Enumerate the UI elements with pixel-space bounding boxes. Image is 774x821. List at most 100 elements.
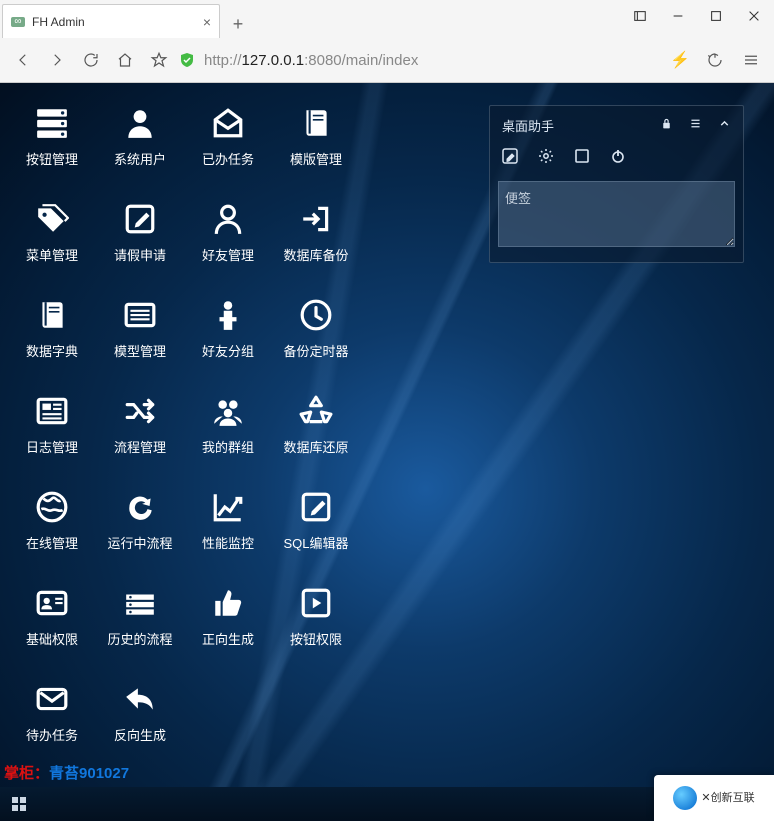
desktop-icon-6[interactable]: 好友管理 (184, 191, 272, 287)
desktop-icon-3[interactable]: 模版管理 (272, 95, 360, 191)
start-button[interactable] (0, 787, 38, 821)
new-tab-button[interactable]: + (224, 10, 252, 38)
more-menu-icon[interactable] (736, 45, 766, 75)
male-icon (210, 297, 246, 333)
desktop-icon-24[interactable]: 待办任务 (8, 671, 96, 767)
brand-popup[interactable]: ✕创新互联 (654, 775, 774, 821)
desktop-icon-grid: 按钮管理系统用户已办任务 模版管理菜单管理请假申请好友管理 数据库备份数据字典模型管… (8, 95, 360, 767)
desktop-icon-label: 历史的流程 (107, 629, 172, 648)
idcard-icon (34, 585, 70, 621)
widget-note-area (498, 181, 735, 252)
url-path: :8080/main/index (304, 52, 418, 69)
desktop-icon-17[interactable]: 运行中流程 (96, 479, 184, 575)
desktop-icon-12[interactable]: 日志管理 (8, 383, 96, 479)
desktop-icon-23[interactable]: 按钮权限 (272, 575, 360, 671)
desktop-icon-label: 数据字典 (26, 341, 78, 360)
desktop-icon-label: 模版管理 (290, 149, 342, 168)
desktop-icon-13[interactable]: 流程管理 (96, 383, 184, 479)
window-tab-aside-icon[interactable] (622, 2, 658, 30)
browser-tab[interactable]: FH Admin × (2, 4, 220, 38)
desktop-icon-4[interactable]: 菜单管理 (8, 191, 96, 287)
owner-label: 掌柜：青苔901027 (4, 762, 129, 783)
back-button[interactable] (8, 45, 38, 75)
browser-chrome: FH Admin × + http://127.0.0.1:8080/main/… (0, 0, 774, 83)
brand-label: ✕创新互联 (701, 792, 754, 804)
widget-toolbar (490, 144, 743, 181)
reply-icon (122, 681, 158, 717)
desktop-icon-9[interactable]: 模型管理 (96, 287, 184, 383)
desktop-icon-8[interactable]: 数据字典 (8, 287, 96, 383)
desktop-icon-14[interactable]: 我的群组 (184, 383, 272, 479)
widget-header: 桌面助手 (490, 106, 743, 144)
sticky-note-input[interactable] (498, 181, 735, 247)
desktop-icon-21[interactable]: 历史的流程 (96, 575, 184, 671)
window-maximize-icon[interactable] (698, 2, 734, 30)
desktop-icon-label: 在线管理 (26, 533, 78, 552)
desktop-icon-20[interactable]: 基础权限 (8, 575, 96, 671)
desktop-icon-label: 按钮管理 (26, 149, 78, 168)
recycle-icon (298, 393, 334, 429)
widget-gear-icon[interactable] (538, 148, 554, 169)
list-icon (122, 297, 158, 333)
chart-icon (210, 489, 246, 525)
tab-title: FH Admin (32, 15, 85, 29)
refresh-button[interactable] (76, 45, 106, 75)
desktop-icon-label: 我的群组 (202, 437, 254, 456)
desktop-icon-label: 好友管理 (202, 245, 254, 264)
play-icon (298, 585, 334, 621)
desktop-icon-16[interactable]: 在线管理 (8, 479, 96, 575)
shuffle-icon (122, 393, 158, 429)
desktop-icon-11[interactable]: 备份定时器 (272, 287, 360, 383)
desktop-icon-5[interactable]: 请假申请 (96, 191, 184, 287)
widget-square-icon[interactable] (574, 148, 590, 169)
edit-icon (298, 489, 334, 525)
desktop-icon-7[interactable]: 数据库备份 (272, 191, 360, 287)
reading-list-icon[interactable] (700, 45, 730, 75)
url-prefix: http:// (204, 52, 242, 69)
desktop-icon-1[interactable]: 系统用户 (96, 95, 184, 191)
window-minimize-icon[interactable] (660, 2, 696, 30)
widget-lock-icon[interactable] (660, 117, 673, 133)
refresh-icon (122, 489, 158, 525)
desktop-icon-label: 日志管理 (26, 437, 78, 456)
favicon-icon (11, 17, 25, 27)
window-close-icon[interactable] (736, 2, 772, 30)
book-icon (34, 297, 70, 333)
security-shield-icon[interactable] (178, 51, 196, 69)
brand-avatar-icon (673, 786, 697, 810)
desktop-icon-25[interactable]: 反向生成 (96, 671, 184, 767)
tags-icon (34, 201, 70, 237)
url-display[interactable]: http://127.0.0.1:8080/main/index (204, 52, 666, 69)
forward-button[interactable] (42, 45, 72, 75)
url-host: 127.0.0.1 (242, 52, 305, 69)
widget-edit-icon[interactable] (502, 148, 518, 169)
desktop-icon-label: 反向生成 (114, 725, 166, 744)
widget-menu-icon[interactable] (689, 117, 702, 133)
desktop-icon-10[interactable]: 好友分组 (184, 287, 272, 383)
thumbsup-icon (210, 585, 246, 621)
history-icon (122, 585, 158, 621)
desktop-icon-label: 基础权限 (26, 629, 78, 648)
desktop-icon-19[interactable]: SQL编辑器 (272, 479, 360, 575)
desktop-icon-2[interactable]: 已办任务 (184, 95, 272, 191)
edit-icon (122, 201, 158, 237)
desktop-content: 按钮管理系统用户已办任务 模版管理菜单管理请假申请好友管理 数据库备份数据字典模型管… (0, 83, 774, 821)
desktop-icon-0[interactable]: 按钮管理 (8, 95, 96, 191)
user-icon (122, 105, 158, 141)
desktop-icon-18[interactable]: 性能监控 (184, 479, 272, 575)
lightning-icon[interactable]: ⚡ (670, 50, 690, 70)
widget-collapse-icon[interactable] (718, 117, 731, 133)
globe-icon (34, 489, 70, 525)
desktop-helper-widget: 桌面助手 (489, 105, 744, 263)
desktop-icon-label: 已办任务 (202, 149, 254, 168)
desktop-icon-22[interactable]: 正向生成 (184, 575, 272, 671)
server-icon (34, 105, 70, 141)
login-icon (298, 201, 334, 237)
desktop-icon-label: 数据库备份 (283, 245, 348, 264)
desktop-icon-15[interactable]: 数据库还原 (272, 383, 360, 479)
news-icon (34, 393, 70, 429)
home-button[interactable] (110, 45, 140, 75)
widget-power-icon[interactable] (610, 148, 626, 169)
tab-close-icon[interactable]: × (203, 14, 211, 30)
favorite-button[interactable] (144, 45, 174, 75)
